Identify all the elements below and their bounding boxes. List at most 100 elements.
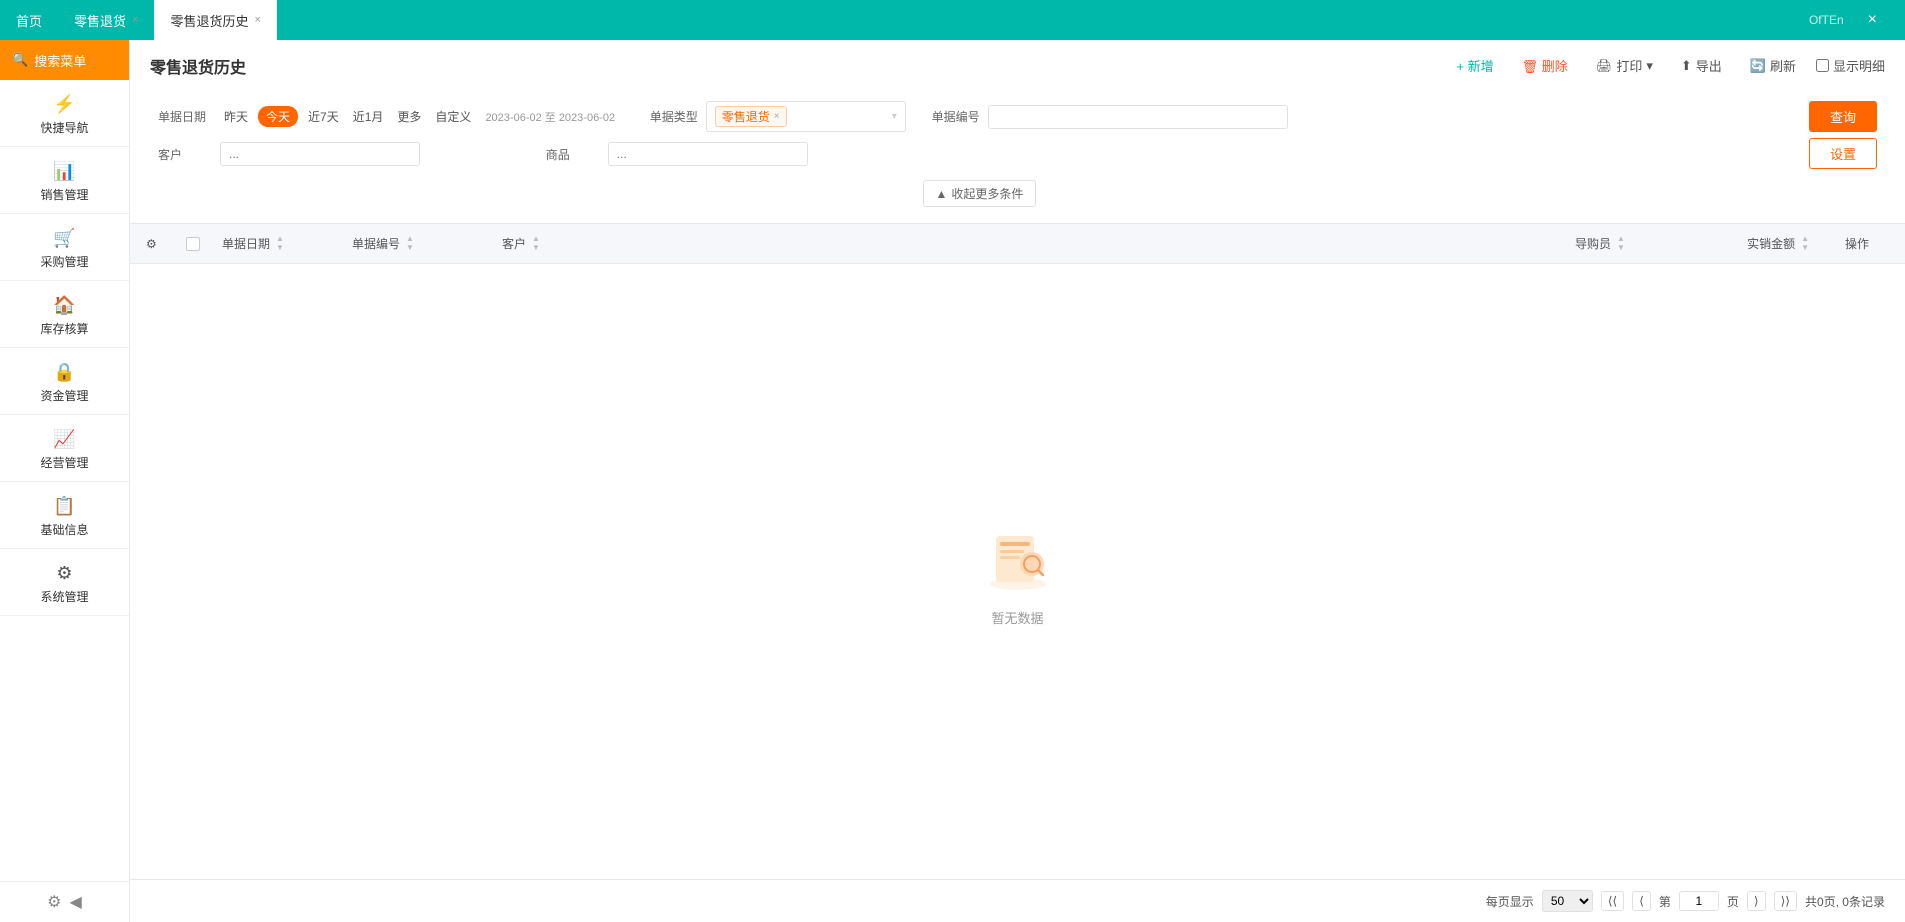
th-guide[interactable]: 导购员 ▲ ▼: [1567, 235, 1697, 252]
sidebar-item-label: 采购管理: [40, 253, 88, 270]
sidebar-search-label: 搜索菜单: [34, 51, 86, 70]
basic-info-icon: 📋: [53, 496, 75, 517]
tab-list: 首页 零售退货 × 零售退货历史 ×: [0, 0, 1809, 40]
sidebar-item-quick-nav[interactable]: ⚡ 快捷导航: [0, 80, 129, 147]
sidebar-item-sales[interactable]: 📊 销售管理: [0, 147, 129, 214]
settings-gear-icon[interactable]: ⚙: [47, 892, 61, 912]
new-button[interactable]: + 新增: [1448, 52, 1501, 79]
customer-filter-label: 客户: [150, 146, 220, 163]
amount-sort[interactable]: ▲ ▼: [1801, 235, 1809, 252]
sidebar-item-purchase[interactable]: 🛒 采购管理: [0, 214, 129, 281]
date-opt-last7[interactable]: 近7天: [304, 106, 343, 127]
search-icon: 🔍: [12, 52, 28, 68]
empty-text: 暂无数据: [991, 608, 1043, 627]
expand-conditions-btn[interactable]: ▲ 收起更多条件: [923, 180, 1037, 207]
query-button[interactable]: 查询: [1809, 101, 1877, 132]
sidebar-item-operations[interactable]: 📈 经营管理: [0, 415, 129, 482]
sidebar-item-label: 系统管理: [40, 588, 88, 605]
setting-button[interactable]: 设置: [1809, 138, 1877, 169]
type-selector-dropdown-icon: ▾: [892, 111, 897, 122]
filter-area: 单据日期 昨天 今天 近7天 近1月 更多 自定义 2023-06-02 至 2…: [150, 91, 1885, 223]
th-date[interactable]: 单据日期 ▲ ▼: [214, 235, 344, 252]
display-detail-checkbox[interactable]: [1816, 59, 1829, 72]
pagination-bar: 每页显示 50 20 100 ⟨⟨ ⟨ 第 页 ⟩ ⟩⟩ 共0页, 0条记录: [130, 879, 1905, 922]
sales-icon: 📊: [53, 161, 75, 182]
date-sort[interactable]: ▲ ▼: [276, 235, 284, 252]
page-title-row: 零售退货历史 + 新增 🗑 删除 🖨 打印 ▾ ⬆ 导出 🔄: [150, 52, 1885, 79]
operations-icon: 📈: [53, 429, 75, 450]
date-opt-yesterday[interactable]: 昨天: [220, 106, 252, 127]
page-title: 零售退货历史: [150, 54, 246, 78]
th-checkbox[interactable]: [178, 237, 214, 251]
sidebar-item-label: 经营管理: [40, 454, 88, 471]
sidebar-bottom: ⚙ ◀: [0, 881, 129, 922]
billno-sort[interactable]: ▲ ▼: [406, 235, 414, 252]
sidebar-item-label: 销售管理: [40, 186, 88, 203]
sidebar-item-label: 快捷导航: [40, 119, 88, 136]
export-icon: ⬆: [1681, 58, 1692, 74]
sidebar-item-inventory[interactable]: 🏠 库存核算: [0, 281, 129, 348]
content-area: 零售退货历史 + 新增 🗑 删除 🖨 打印 ▾ ⬆ 导出 🔄: [130, 40, 1905, 922]
per-page-label: 每页显示: [1486, 893, 1534, 910]
per-page-select[interactable]: 50 20 100: [1542, 890, 1593, 912]
date-opt-last1m[interactable]: 近1月: [349, 106, 388, 127]
date-range-display: 2023-06-02 至 2023-06-02: [485, 109, 615, 125]
tab-retail-return-history[interactable]: 零售退货历史 ×: [154, 0, 276, 40]
sidebar-item-label: 资金管理: [40, 387, 88, 404]
empty-illustration: [978, 516, 1058, 596]
often-label: OfTEn: [1809, 13, 1844, 27]
tab-retail-return-close[interactable]: ×: [132, 14, 138, 26]
tab-retail-return[interactable]: 零售退货 ×: [58, 0, 154, 40]
page-input[interactable]: [1679, 891, 1719, 911]
type-tag-close[interactable]: ×: [774, 111, 780, 122]
filter-row-customer: 客户 商品: [150, 142, 1809, 166]
billno-input[interactable]: [988, 105, 1288, 129]
delete-button[interactable]: 🗑 删除: [1514, 52, 1576, 79]
system-icon: ⚙: [56, 563, 72, 584]
goods-input[interactable]: [608, 142, 808, 166]
page-unit: 页: [1727, 893, 1739, 910]
last-page-btn[interactable]: ⟩⟩: [1774, 891, 1797, 911]
first-page-btn[interactable]: ⟨⟨: [1601, 891, 1624, 911]
page-actions: + 新增 🗑 删除 🖨 打印 ▾ ⬆ 导出 🔄 刷新: [1448, 52, 1885, 79]
date-opt-today[interactable]: 今天: [258, 106, 298, 127]
billno-filter-label: 单据编号: [924, 108, 988, 125]
goods-filter-label: 商品: [538, 146, 608, 163]
refresh-button[interactable]: 🔄 刷新: [1742, 52, 1804, 79]
customer-input[interactable]: [220, 142, 420, 166]
guide-sort[interactable]: ▲ ▼: [1617, 235, 1625, 252]
empty-state: 暂无数据: [130, 264, 1905, 879]
th-setting[interactable]: ⚙: [138, 237, 178, 251]
purchase-icon: 🛒: [53, 228, 75, 249]
sidebar-item-finance[interactable]: 🔒 资金管理: [0, 348, 129, 415]
select-all-checkbox[interactable]: [186, 237, 200, 251]
export-button[interactable]: ⬆ 导出: [1673, 52, 1730, 79]
finance-icon: 🔒: [53, 362, 75, 383]
sidebar-item-system[interactable]: ⚙ 系统管理: [0, 549, 129, 616]
table-settings-icon[interactable]: ⚙: [146, 237, 157, 251]
sidebar-item-label: 库存核算: [40, 320, 88, 337]
display-detail-toggle[interactable]: 显示明细: [1816, 56, 1885, 75]
date-opt-custom[interactable]: 自定义: [431, 106, 475, 127]
th-billno[interactable]: 单据编号 ▲ ▼: [344, 235, 494, 252]
print-button[interactable]: 🖨 打印 ▾: [1588, 52, 1661, 79]
sidebar-item-basic-info[interactable]: 📋 基础信息: [0, 482, 129, 549]
next-page-btn[interactable]: ⟩: [1747, 891, 1766, 911]
inventory-icon: 🏠: [53, 295, 75, 316]
customer-sort[interactable]: ▲ ▼: [532, 235, 540, 252]
print-icon: 🖨: [1596, 58, 1613, 74]
top-bar: 首页 零售退货 × 零售退货历史 × OfTEn ×: [0, 0, 1905, 40]
tab-retail-return-history-close[interactable]: ×: [254, 14, 260, 26]
sidebar-search[interactable]: 🔍 搜索菜单: [0, 40, 129, 80]
date-opt-more[interactable]: 更多: [393, 106, 425, 127]
th-op: 操作: [1817, 235, 1897, 252]
top-bar-right: OfTEn ×: [1809, 11, 1905, 29]
type-selector[interactable]: 零售退货 × ▾: [706, 101, 906, 132]
prev-page-btn[interactable]: ⟨: [1632, 891, 1651, 911]
page-label: 第: [1659, 893, 1671, 910]
th-customer[interactable]: 客户 ▲ ▼: [494, 235, 1567, 252]
th-amount[interactable]: 实销金额 ▲ ▼: [1697, 235, 1817, 252]
window-close-btn[interactable]: ×: [1856, 11, 1889, 29]
tab-home[interactable]: 首页: [0, 0, 58, 40]
collapse-sidebar-icon[interactable]: ◀: [70, 892, 82, 912]
